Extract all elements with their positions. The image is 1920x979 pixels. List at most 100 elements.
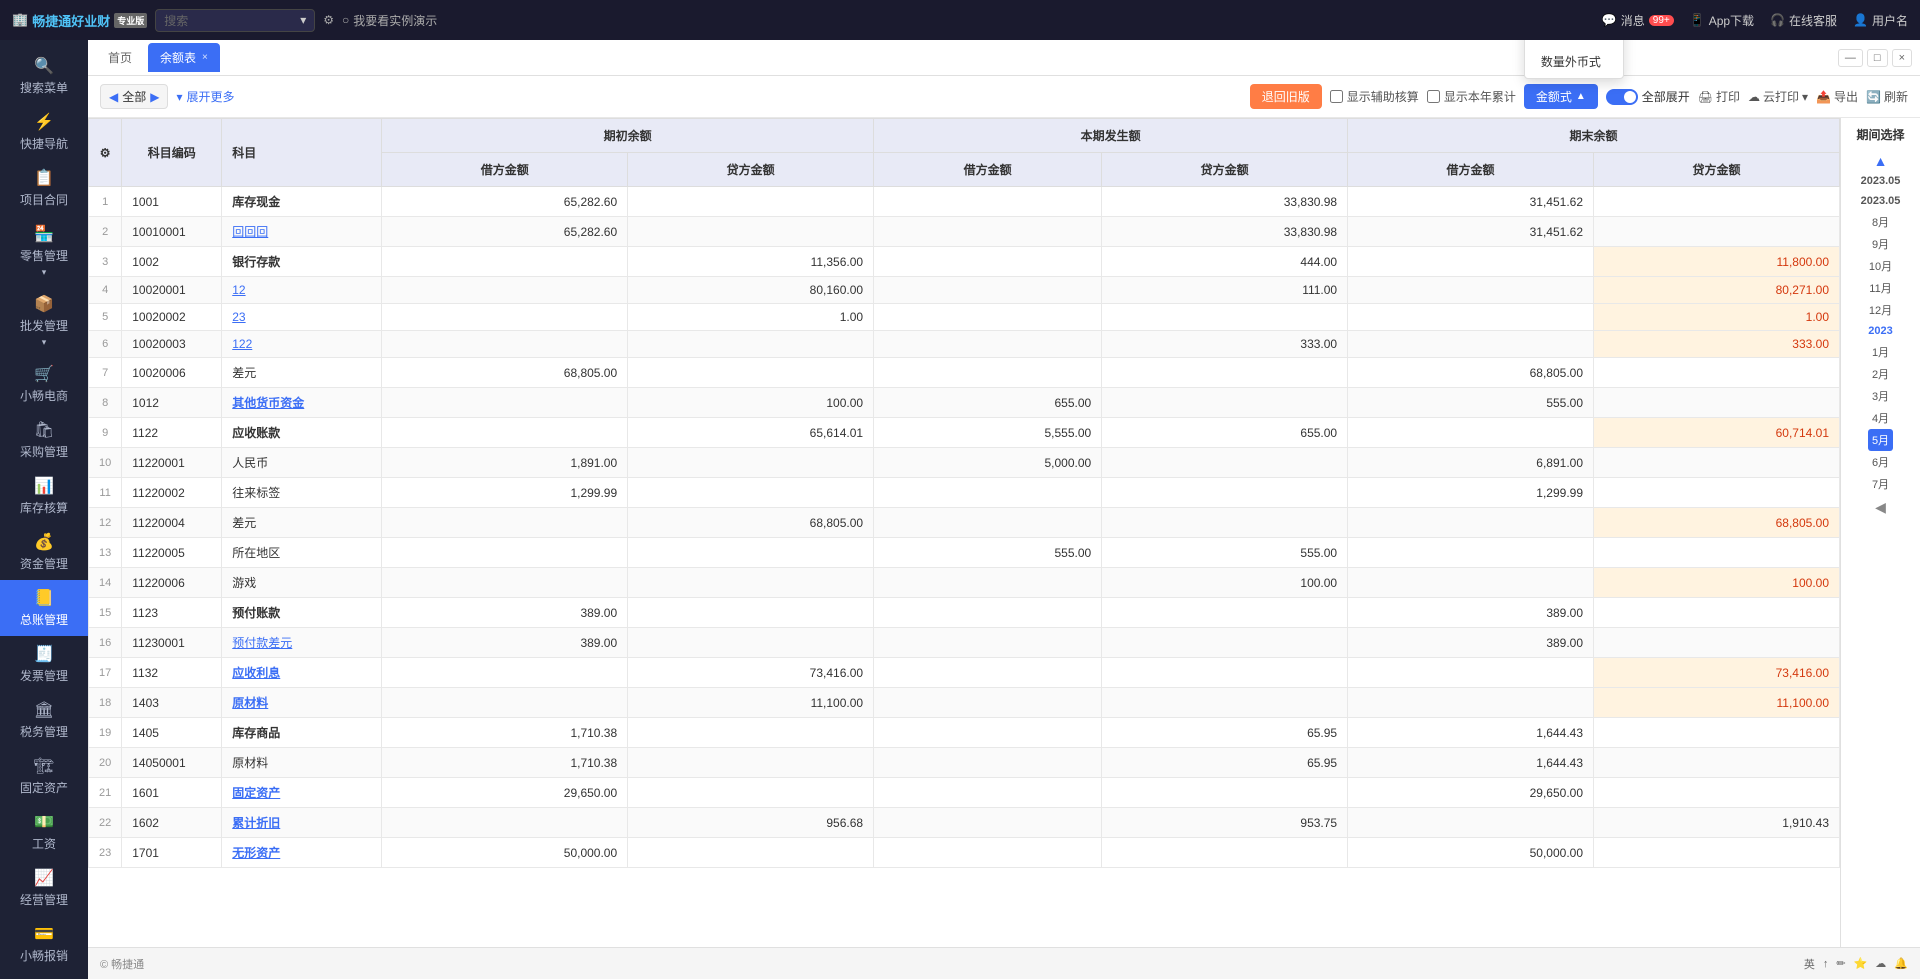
amount-cell: 655.00 [874,388,1102,418]
month-item[interactable]: 7月 [1868,473,1893,495]
month-item[interactable]: 12月 [1865,299,1896,321]
amount-cell: 1,710.38 [382,748,628,778]
sidebar-item-search[interactable]: 🔍 搜索菜单 [0,48,88,104]
sidebar-item-assets[interactable]: 🏗 固定资产 [0,748,88,804]
close-window-btn[interactable]: × [1892,49,1912,67]
month-item[interactable]: 5月 [1868,429,1893,451]
table-cell: 1123 [122,598,222,628]
sidebar-item-inventory[interactable]: 📊 库存核算 [0,468,88,524]
user-avatar[interactable]: 👤 用户名 [1853,12,1908,29]
subject-name-cell[interactable]: 23 [222,304,382,331]
service-btn[interactable]: 🎧 在线客服 [1770,12,1837,29]
main-layout: 🔍 搜索菜单 ⚡ 快捷导航 📋 项目合同 🏪 零售管理 ▾ 📦 批发管理 ▾ 🛒… [0,40,1920,979]
balance-tab[interactable]: 余额表 × [148,43,220,72]
subject-name-cell[interactable]: 库存商品 [222,718,382,748]
table-cell: 21 [89,778,122,808]
subject-name-cell[interactable]: 固定资产 [222,778,382,808]
print-btn[interactable]: 🖨 打印 [1698,88,1740,105]
sidebar-item-wholesale[interactable]: 📦 批发管理 ▾ [0,286,88,356]
month-item[interactable]: 11月 [1865,277,1896,299]
amount-style-btn[interactable]: 金额式 ▲ [1524,84,1598,109]
toggle-switch-control[interactable] [1606,89,1638,105]
month-item[interactable]: 9月 [1865,233,1896,255]
search-bar[interactable]: 搜索 ▾ [155,9,315,32]
edit-icon[interactable]: ✏ [1836,957,1845,970]
export-btn[interactable]: 📤 导出 [1816,88,1858,105]
demo-link[interactable]: ○ 我要看实例演示 [342,12,437,29]
ytd-checkbox-input[interactable] [1427,90,1440,103]
subject-name-cell[interactable]: 应收利息 [222,658,382,688]
lang-btn[interactable]: 英 [1804,956,1815,972]
balance-tab-close[interactable]: × [202,52,208,63]
message-badge: 99+ [1649,15,1674,26]
sidebar-item-operations[interactable]: 📈 经营管理 [0,860,88,916]
year-2022-label: 2023.05 [1861,175,1901,187]
settings-col-header[interactable]: ⚙ [89,119,122,187]
filter-selector[interactable]: ◀ 全部 ▶ [100,84,168,109]
cloud-icon[interactable]: ☁ [1875,957,1886,970]
subject-name-cell[interactable]: 122 [222,331,382,358]
bell-icon[interactable]: 🔔 [1894,957,1908,970]
sidebar-item-capital[interactable]: 💰 资金管理 [0,524,88,580]
month-item[interactable]: 1月 [1868,341,1893,363]
sidebar-item-payroll[interactable]: 💵 工资 [0,804,88,860]
sidebar-item-expense[interactable]: 💳 小畅报销 [0,916,88,972]
sidebar-item-ledger[interactable]: 📒 总账管理 [0,580,88,636]
subject-name-cell[interactable]: 12 [222,277,382,304]
auxiliary-checkbox-input[interactable] [1330,90,1343,103]
subject-name-cell[interactable]: 库存现金 [222,187,382,217]
upload-icon[interactable]: ↑ [1823,958,1829,970]
sidebar-item-ecommerce[interactable]: 🛒 小畅电商 [0,356,88,412]
download-btn[interactable]: 📱 App下载 [1690,12,1754,29]
sidebar-item-purchase[interactable]: 🛍 采购管理 [0,412,88,468]
cloud-print-btn[interactable]: ☁ 云打印 ▾ [1748,88,1808,105]
show-auxiliary-checkbox[interactable]: 显示辅助核算 [1330,88,1419,105]
period-up-arrow[interactable]: ▲ [1872,151,1890,171]
subject-name-cell[interactable]: 预付账款 [222,598,382,628]
settings-icon[interactable]: ⚙ [323,13,334,27]
maximize-btn[interactable]: □ [1867,49,1888,67]
sidebar-item-basic[interactable]: ℹ 基础信息 [0,972,88,979]
message-btn[interactable]: 💬 消息 99+ [1602,12,1674,29]
refresh-btn[interactable]: 🔄 刷新 [1866,88,1908,105]
month-item[interactable]: 3月 [1868,385,1893,407]
subject-name-cell[interactable]: 回回回 [222,217,382,247]
sidebar-item-invoice[interactable]: 🧾 发票管理 [0,636,88,692]
amount-cell: 555.00 [874,538,1102,568]
sidebar-item-tax[interactable]: 🏛 税务管理 [0,692,88,748]
amount-cell: 6,891.00 [1348,448,1594,478]
toolbar-right: 退回旧版 显示辅助核算 显示本年累计 金额式 ▲ [1250,84,1908,109]
subject-name-cell[interactable]: 应收账款 [222,418,382,448]
subject-name-cell[interactable]: 其他货币资金 [222,388,382,418]
amount-cell [1594,448,1840,478]
back-old-version-btn[interactable]: 退回旧版 [1250,84,1322,109]
month-item[interactable]: 2月 [1868,363,1893,385]
dropdown-item-qty-foreign[interactable]: 数量外币式 [1525,45,1623,78]
month-item[interactable]: 4月 [1868,407,1893,429]
month-item[interactable]: 6月 [1868,451,1893,473]
sidebar: 🔍 搜索菜单 ⚡ 快捷导航 📋 项目合同 🏪 零售管理 ▾ 📦 批发管理 ▾ 🛒… [0,40,88,979]
expand-btn[interactable]: ▾ 展开更多 [176,88,234,105]
sidebar-item-quicknav[interactable]: ⚡ 快捷导航 [0,104,88,160]
sidebar-item-project[interactable]: 📋 项目合同 [0,160,88,216]
service-label: 在线客服 [1789,12,1837,29]
month-item[interactable]: 10月 [1865,255,1896,277]
minimize-btn[interactable]: — [1838,49,1863,67]
collapse-right-panel-btn[interactable]: ◀ [1875,499,1886,516]
amount-cell [874,568,1102,598]
show-ytd-checkbox[interactable]: 显示本年累计 [1427,88,1516,105]
subject-name-cell[interactable]: 原材料 [222,688,382,718]
subject-name-cell[interactable]: 银行存款 [222,247,382,277]
expand-all-toggle[interactable]: 全部展开 [1606,88,1690,105]
star-icon[interactable]: ⭐ [1854,957,1868,970]
amount-cell [874,628,1102,658]
amount-cell [382,688,628,718]
home-tab[interactable]: 首页 [96,43,144,72]
subject-name-cell[interactable]: 预付款差元 [222,628,382,658]
subject-name-cell[interactable]: 无形资产 [222,838,382,868]
month-item[interactable]: 8月 [1865,211,1896,233]
table-row: 191405库存商品1,710.3865.951,644.43 [89,718,1840,748]
right-arrow-icon[interactable]: ▶ [150,90,159,104]
sidebar-item-retail[interactable]: 🏪 零售管理 ▾ [0,216,88,286]
subject-name-cell[interactable]: 累计折旧 [222,808,382,838]
